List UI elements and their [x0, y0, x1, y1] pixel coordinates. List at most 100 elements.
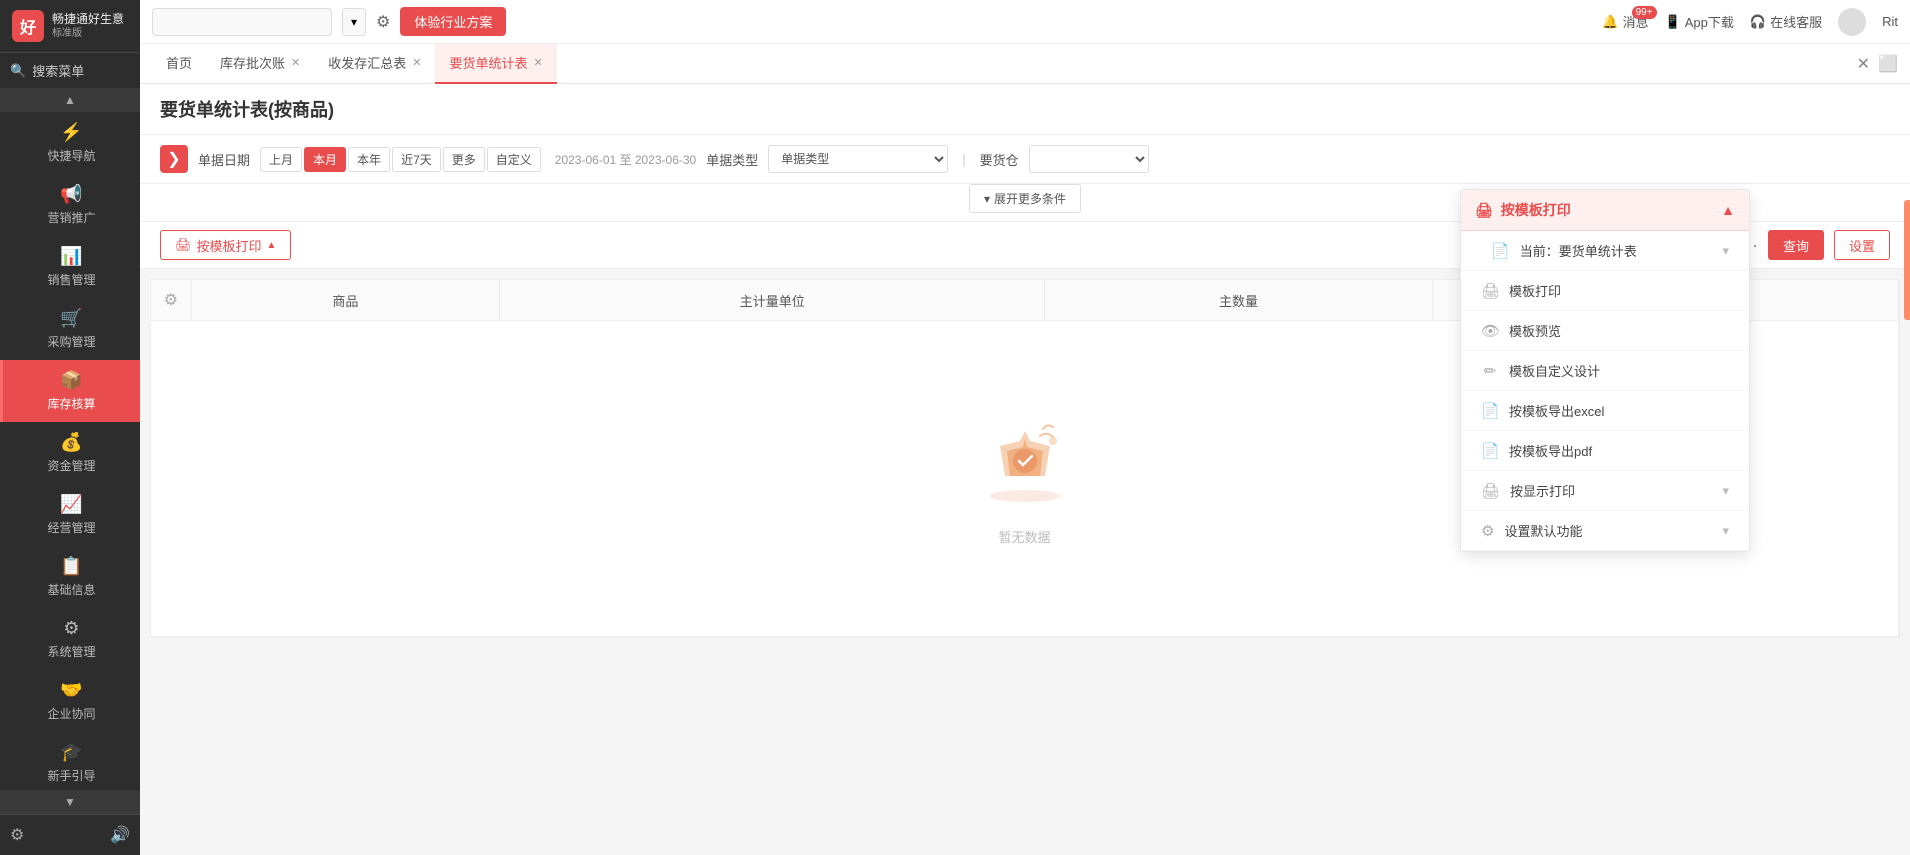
- date-filter-label: 单据日期: [198, 150, 250, 169]
- headset-icon: 🎧: [1750, 14, 1766, 30]
- dropdown-sub-display-print[interactable]: 🖨 按显示打印 ▾: [1461, 471, 1749, 511]
- topbar-gear-icon[interactable]: ⚙: [376, 12, 390, 32]
- avatar[interactable]: [1838, 8, 1866, 36]
- print-template-button[interactable]: 🖨 按模板打印 ▲: [160, 230, 291, 260]
- sidebar: 好 畅捷通好生意 标准版 🔍 搜索菜单 ▲ ⚡ 快捷导航 📢 营销推广 📊 销售…: [0, 0, 140, 855]
- nav-label: 企业协同: [47, 705, 95, 722]
- sidebar-item-kucun[interactable]: 📦 库存核算: [0, 360, 140, 422]
- online-service-button[interactable]: 🎧 在线客服: [1750, 12, 1822, 31]
- sidebar-item-yingxiao[interactable]: 📢 营销推广: [0, 174, 140, 236]
- dropdown-sub-default-setting[interactable]: ⚙ 设置默认功能 ▾: [1461, 511, 1749, 551]
- sidebar-item-zijin[interactable]: 💰 资金管理: [0, 422, 140, 484]
- sidebar-search[interactable]: 🔍 搜索菜单: [0, 53, 140, 88]
- tab-yaohuo-tongji[interactable]: 要货单统计表 ✕: [435, 44, 556, 84]
- sidebar-item-xitong[interactable]: ⚙ 系统管理: [0, 608, 140, 670]
- sidebar-item-xinshou[interactable]: 🎓 新手引导: [0, 732, 140, 790]
- tab-kucun-pizhang[interactable]: 库存批次账 ✕: [206, 44, 314, 84]
- sidebar-item-xiaoshou[interactable]: 📊 销售管理: [0, 236, 140, 298]
- sidebar-scroll-down[interactable]: ▼: [0, 790, 140, 814]
- sidebar-item-caigou[interactable]: 🛒 采购管理: [0, 298, 140, 360]
- window-close-btn[interactable]: ✕: [1857, 54, 1870, 74]
- search-icon: 🔍: [10, 63, 26, 79]
- tab-home[interactable]: 首页: [152, 44, 206, 84]
- nav-label: 基础信息: [47, 581, 95, 598]
- sidebar-item-kuaijie[interactable]: ⚡ 快捷导航: [0, 112, 140, 174]
- nav-label: 资金管理: [47, 457, 95, 474]
- tab-close-shoupufa[interactable]: ✕: [412, 56, 421, 69]
- dropdown-item-export-pdf[interactable]: 📄 按模板导出pdf: [1461, 431, 1749, 471]
- date-btn-this-year[interactable]: 本年: [348, 147, 390, 172]
- date-btn-custom[interactable]: 自定义: [487, 147, 541, 172]
- dropdown-item-export-excel[interactable]: 📄 按模板导出excel: [1461, 391, 1749, 431]
- dropdown-item-print[interactable]: 🖨 模板打印: [1461, 271, 1749, 311]
- preview-item-label: 模板预览: [1509, 321, 1561, 340]
- nav-label: 采购管理: [47, 333, 95, 350]
- trial-button[interactable]: 体验行业方案: [400, 7, 506, 36]
- display-print-chevron: ▾: [1722, 483, 1729, 499]
- design-item-label: 模板自定义设计: [1509, 361, 1600, 380]
- message-button[interactable]: 🔔 消息 99+: [1602, 12, 1648, 31]
- default-setting-icon: ⚙: [1481, 522, 1494, 540]
- settings-footer-icon[interactable]: ⚙: [10, 825, 24, 845]
- print-item-icon: 🖨: [1481, 282, 1499, 300]
- default-setting-chevron: ▾: [1722, 523, 1729, 539]
- dropdown-item-preview[interactable]: 👁 模板预览: [1461, 311, 1749, 351]
- date-btn-last-month[interactable]: 上月: [260, 147, 302, 172]
- bell-icon: 🔔: [1602, 14, 1618, 30]
- resize-handle[interactable]: [1904, 200, 1910, 320]
- sidebar-nav: ⚡ 快捷导航 📢 营销推广 📊 销售管理 🛒 采购管理 📦 库存核算 💰 资金管…: [0, 112, 140, 790]
- type-filter-select[interactable]: 单据类型: [768, 145, 948, 173]
- app-logo-icon: 好: [12, 10, 44, 42]
- clipboard-icon: 📋: [60, 556, 82, 577]
- app-download-button[interactable]: 📱 App下载: [1665, 12, 1734, 31]
- filter-expand-button[interactable]: ❯: [160, 145, 188, 173]
- expand-more-button[interactable]: ▾ 展开更多条件: [969, 184, 1081, 213]
- topbar: ▾ ⚙ 体验行业方案 🔔 消息 99+ 📱 App下载 🎧 在线客服 Rit: [140, 0, 1910, 44]
- printer-dropdown-icon: 🖨: [1475, 202, 1493, 219]
- query-button[interactable]: 查询: [1768, 230, 1824, 260]
- dropdown-title: 按模板打印: [1501, 200, 1571, 220]
- tab-shoupufa-huizong[interactable]: 收发存汇总表 ✕: [314, 44, 435, 84]
- date-btn-more[interactable]: 更多: [443, 147, 485, 172]
- filter-bar: ❯ 单据日期 上月 本月 本年 近7天 更多 自定义 2023-06-01 至 …: [140, 135, 1910, 184]
- expand-more-label: 展开更多条件: [994, 190, 1066, 207]
- nav-label: 库存核算: [47, 395, 95, 412]
- username: Rit: [1882, 14, 1898, 29]
- default-setting-label: 设置默认功能: [1504, 521, 1582, 540]
- pdf-item-icon: 📄: [1481, 442, 1499, 460]
- settings-button[interactable]: 设置: [1834, 230, 1890, 260]
- topbar-search-input[interactable]: [152, 8, 332, 36]
- dropdown-chevron-icon: ▲: [1721, 202, 1735, 218]
- dropdown-item-custom-design[interactable]: ✏ 模板自定义设计: [1461, 351, 1749, 391]
- handshake-icon: 🤝: [60, 680, 82, 701]
- date-buttons: 上月 本月 本年 近7天 更多 自定义: [260, 147, 541, 172]
- page-header: 要货单统计表(按商品): [140, 84, 1910, 135]
- date-btn-this-month[interactable]: 本月: [304, 147, 346, 172]
- print-btn-wrap: 🖨 按模板打印 ▲: [160, 230, 291, 260]
- col-quantity: 主数量: [1045, 280, 1433, 321]
- search-label: 搜索菜单: [32, 61, 84, 80]
- window-expand-btn[interactable]: ⬜: [1878, 54, 1898, 74]
- col-product: 商品: [191, 280, 500, 321]
- tab-close-kucun[interactable]: ✕: [291, 56, 300, 69]
- design-item-icon: ✏: [1481, 362, 1499, 380]
- yaohuo-select[interactable]: [1029, 145, 1149, 173]
- sidebar-item-jingying[interactable]: 📈 经营管理: [0, 484, 140, 546]
- topbar-dropdown-button[interactable]: ▾: [342, 8, 366, 36]
- speaker-icon[interactable]: 🔊: [110, 825, 130, 845]
- dropdown-current-template[interactable]: 📄 当前：要货单统计表 ▾: [1461, 231, 1749, 271]
- sidebar-item-qiye[interactable]: 🤝 企业协同: [0, 670, 140, 732]
- preview-item-icon: 👁: [1481, 322, 1499, 340]
- print-chevron-icon: ▲: [267, 240, 277, 251]
- sidebar-footer: ⚙ 🔊: [0, 814, 140, 855]
- date-btn-7days[interactable]: 近7天: [392, 147, 441, 172]
- dropdown-header[interactable]: 🖨 按模板打印 ▲: [1461, 190, 1749, 231]
- tab-close-yaohuo[interactable]: ✕: [534, 56, 543, 69]
- app-name: 畅捷通好生意: [52, 11, 124, 28]
- table-gear-icon[interactable]: ⚙: [164, 292, 178, 309]
- col-unit: 主计量单位: [500, 280, 1045, 321]
- sidebar-scroll-up[interactable]: ▲: [0, 88, 140, 112]
- display-print-label: 按显示打印: [1510, 481, 1575, 500]
- megaphone-icon: 📢: [60, 184, 82, 205]
- sidebar-item-jichu[interactable]: 📋 基础信息: [0, 546, 140, 608]
